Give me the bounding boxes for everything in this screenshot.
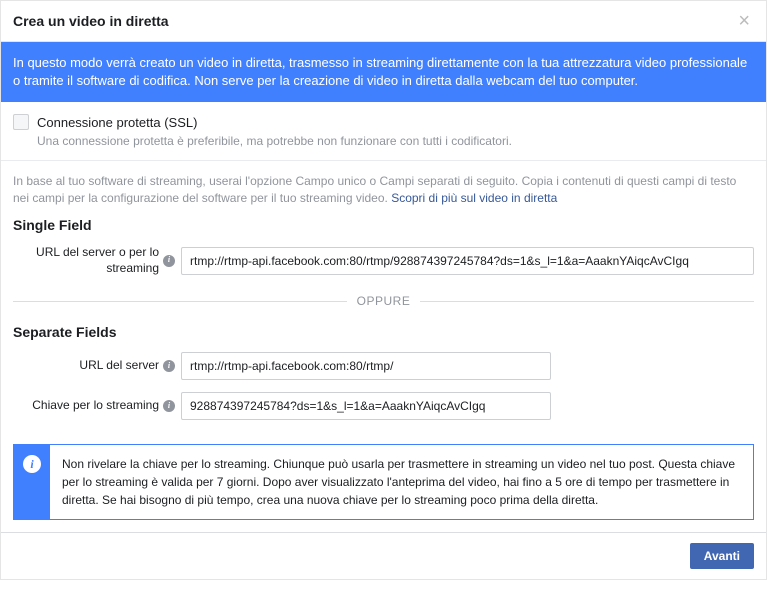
server-url-input[interactable] — [181, 352, 551, 380]
instructions-text: In base al tuo software di streaming, us… — [13, 174, 736, 205]
stream-key-label-text: Chiave per lo streaming — [32, 398, 159, 414]
single-field-block: Single Field URL del server o per lo str… — [1, 217, 766, 288]
server-url-label: URL del server i — [13, 358, 181, 374]
single-url-label-text: URL del server o per lo streaming — [13, 245, 159, 276]
single-field-title: Single Field — [1, 217, 766, 233]
server-url-row: URL del server i — [1, 352, 766, 392]
live-video-modal: Crea un video in diretta × In questo mod… — [0, 0, 767, 580]
single-url-row: URL del server o per lo streaming i — [1, 245, 766, 288]
ssl-section: Connessione protetta (SSL) Una connessio… — [1, 102, 766, 161]
close-icon[interactable]: × — [734, 11, 754, 31]
instructions-section: In base al tuo software di streaming, us… — [1, 161, 766, 207]
stream-key-notice: i Non rivelare la chiave per lo streamin… — [13, 444, 754, 520]
divider-line — [13, 301, 347, 302]
divider: OPPURE — [1, 288, 766, 314]
modal-title: Crea un video in diretta — [13, 13, 169, 29]
stream-key-input[interactable] — [181, 392, 551, 420]
modal-footer: Avanti — [1, 532, 766, 579]
ssl-checkbox-row[interactable]: Connessione protetta (SSL) — [13, 114, 754, 130]
divider-line — [420, 301, 754, 302]
info-icon[interactable]: i — [163, 360, 175, 372]
notice-text: Non rivelare la chiave per lo streaming.… — [50, 445, 753, 519]
stream-key-row: Chiave per lo streaming i — [1, 392, 766, 432]
ssl-checkbox[interactable] — [13, 114, 29, 130]
single-url-label: URL del server o per lo streaming i — [13, 245, 181, 276]
separate-fields-title: Separate Fields — [1, 324, 766, 340]
separate-fields-block: Separate Fields URL del server i Chiave … — [1, 324, 766, 432]
info-icon[interactable]: i — [163, 400, 175, 412]
learn-more-link[interactable]: Scopri di più sul video in diretta — [391, 191, 557, 205]
notice-icon-col: i — [14, 445, 50, 519]
stream-key-label: Chiave per lo streaming i — [13, 398, 181, 414]
info-banner: In questo modo verrà creato un video in … — [1, 42, 766, 102]
server-url-label-text: URL del server — [79, 358, 159, 374]
divider-text: OPPURE — [357, 294, 411, 308]
next-button[interactable]: Avanti — [690, 543, 754, 569]
info-icon[interactable]: i — [163, 255, 175, 267]
ssl-label: Connessione protetta (SSL) — [37, 115, 197, 130]
info-icon: i — [23, 455, 41, 473]
modal-header: Crea un video in diretta × — [1, 1, 766, 42]
single-url-input[interactable] — [181, 247, 754, 275]
ssl-help-text: Una connessione protetta è preferibile, … — [37, 134, 754, 148]
